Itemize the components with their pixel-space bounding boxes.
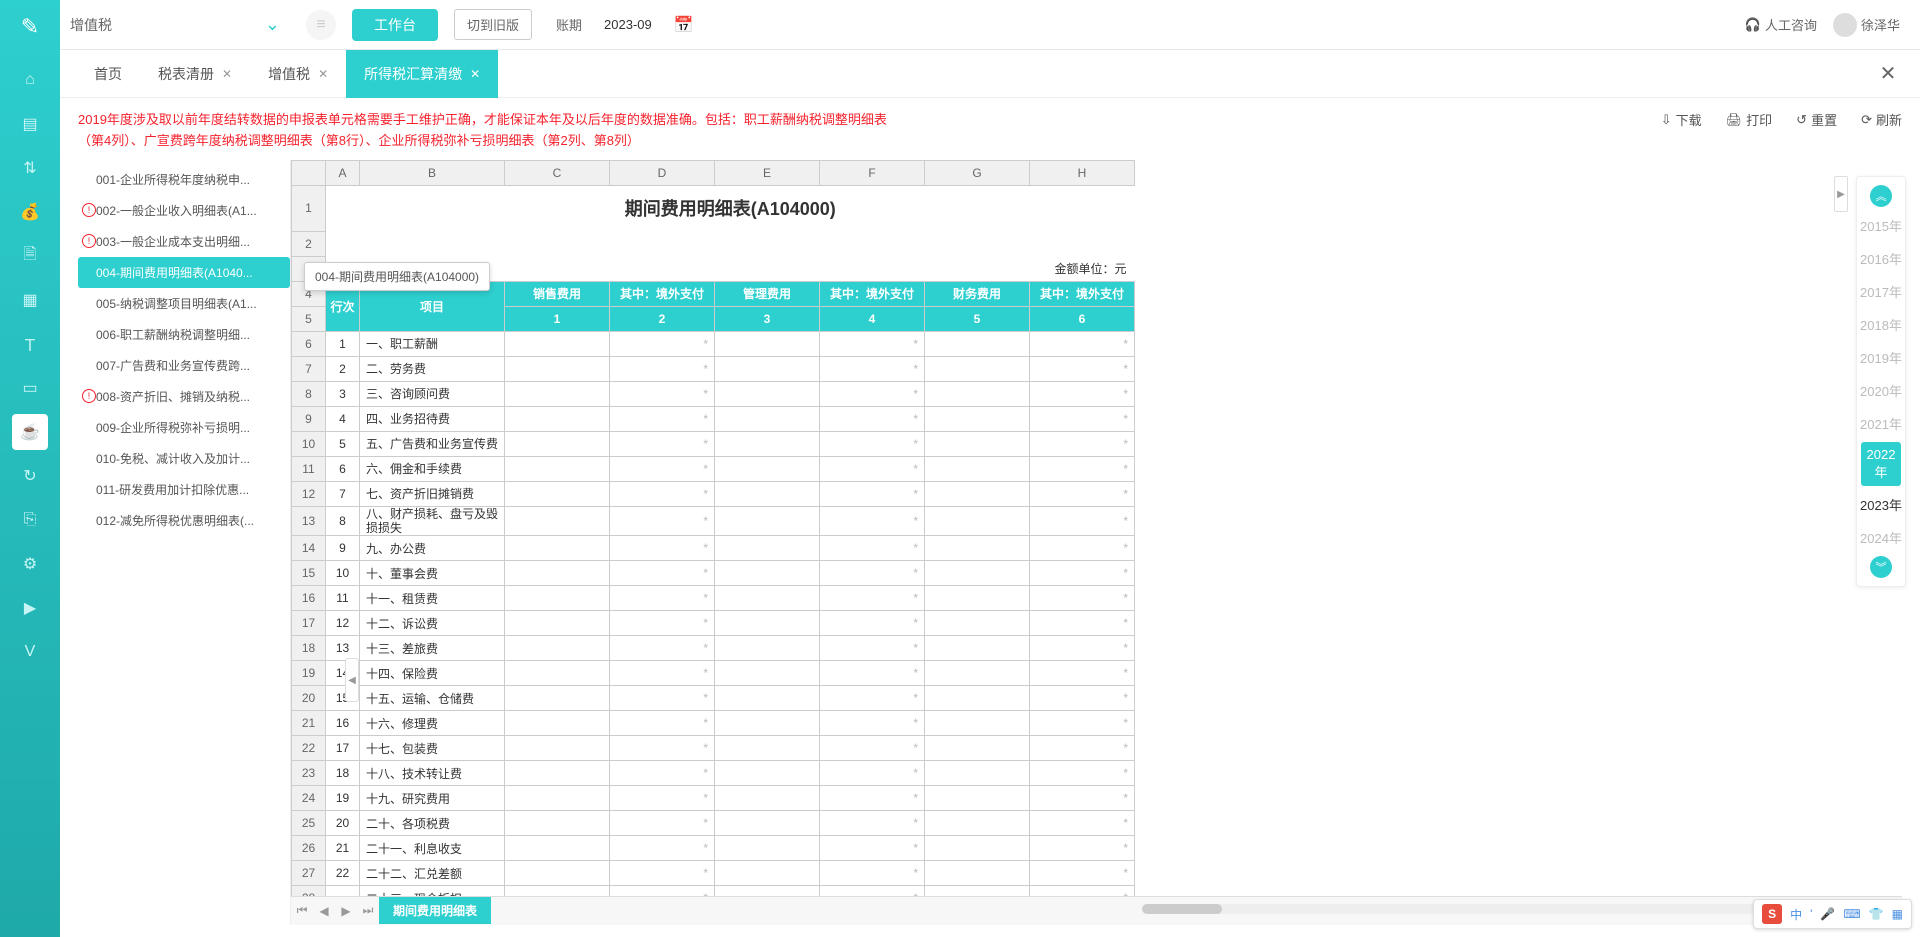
calendar-icon[interactable]: 📅	[674, 15, 694, 35]
close-icon[interactable]: ✕	[222, 67, 232, 81]
dropdown-label: 增值税	[70, 15, 112, 35]
form-list-item[interactable]: 012-减免所得税优惠明细表(...	[78, 505, 290, 536]
workbench-button[interactable]: 工作台	[352, 9, 438, 41]
warning-message: 2019年度涉及取以前年度结转数据的申报表单元格需要手工维护正确，才能保证本年及…	[78, 110, 898, 152]
form-list-item[interactable]: 007-广告费和业务宣传费跨...	[78, 350, 290, 381]
consult-button[interactable]: 🎧 人工咨询	[1745, 15, 1817, 34]
year-option[interactable]: 2015年	[1857, 209, 1905, 242]
year-option[interactable]: 2019年	[1857, 341, 1905, 374]
expand-right-panel-handle[interactable]: ▶	[1834, 176, 1848, 212]
year-option[interactable]: 2017年	[1857, 275, 1905, 308]
sheet-tabs-bar: ⏮ ◀ ▶ ⏭ 期间费用明细表	[291, 896, 1902, 925]
refresh-button[interactable]: ⟳刷新	[1861, 110, 1902, 129]
close-icon[interactable]: ✕	[318, 67, 328, 81]
nav-assets-icon[interactable]: Ｔ	[12, 326, 48, 362]
tab-vat[interactable]: 增值税 ✕	[250, 50, 346, 98]
form-list-item[interactable]: 005-纳税调整项目明细表(A1...	[78, 288, 290, 319]
sheet-nav-last-icon[interactable]: ⏭	[357, 903, 379, 918]
nav-v-icon[interactable]: V	[12, 634, 48, 670]
sheet-nav-prev-icon[interactable]: ◀	[313, 904, 335, 918]
download-button[interactable]: ⇩下载	[1661, 110, 1702, 129]
sheet-nav-next-icon[interactable]: ▶	[335, 904, 357, 918]
nav-video-icon[interactable]: ▶	[12, 590, 48, 626]
tab-income-tax-settlement[interactable]: 所得税汇算清缴 ✕	[346, 50, 498, 98]
ime-skin-icon[interactable]: 👕	[1869, 907, 1884, 921]
year-scroll-up-icon[interactable]: ︽	[1870, 185, 1892, 207]
headset-icon: 🎧	[1745, 17, 1761, 33]
nav-stats-icon[interactable]: ⇅	[12, 150, 48, 186]
form-list-item[interactable]: 001-企业所得税年度纳税申...	[78, 164, 290, 195]
close-icon[interactable]: ✕	[470, 67, 480, 81]
year-selector-rail: ︽ 2015年2016年2017年2018年2019年2020年2021年202…	[1856, 176, 1906, 587]
form-list-panel: 001-企业所得税年度纳税申...002-一般企业收入明细表(A1...003-…	[78, 160, 290, 925]
toolbar-actions: ⇩下载 🖨打印 ↺重置 ⟳刷新	[1661, 110, 1902, 129]
username-label: 徐泽华	[1861, 15, 1900, 34]
ime-keyboard-icon[interactable]: ⌨	[1843, 907, 1860, 921]
close-all-tabs-button[interactable]: ✕	[1872, 58, 1904, 90]
period-value[interactable]: 2023-09	[604, 17, 652, 32]
sheet-nav-first-icon[interactable]: ⏮	[291, 903, 313, 918]
ime-toolbar[interactable]: S 中 ' 🎤 ⌨ 👕 ▦	[1753, 899, 1912, 929]
nav-archive-icon[interactable]: ⎘	[12, 502, 48, 538]
notes-button[interactable]: ≡	[306, 10, 336, 40]
year-option[interactable]: 2023年	[1857, 488, 1905, 521]
nav-funds-icon[interactable]: 💰	[12, 194, 48, 230]
tax-type-dropdown[interactable]: 增值税 ⌄	[60, 9, 290, 41]
nav-calendar-icon[interactable]: ▭	[12, 370, 48, 406]
year-option[interactable]: 2022年	[1861, 442, 1902, 486]
ime-toolbox-icon[interactable]: ▦	[1892, 907, 1903, 921]
year-option[interactable]: 2021年	[1857, 407, 1905, 440]
collapse-form-list-handle[interactable]: ◀	[345, 658, 359, 702]
print-button[interactable]: 🖨打印	[1726, 110, 1773, 129]
ime-logo-icon: S	[1762, 904, 1782, 924]
nav-tax-icon[interactable]: ☕	[12, 414, 48, 450]
year-option[interactable]: 2024年	[1857, 521, 1905, 554]
switch-old-version-button[interactable]: 切到旧版	[454, 9, 532, 40]
form-list-item[interactable]: 011-研发费用加计扣除优惠...	[78, 474, 290, 505]
download-icon: ⇩	[1661, 112, 1672, 128]
ime-voice-icon[interactable]: 🎤	[1820, 907, 1835, 921]
tab-home[interactable]: 首页	[76, 50, 140, 98]
nav-settings-icon[interactable]: ⚙	[12, 546, 48, 582]
form-list-item[interactable]: 008-资产折旧、摊销及纳税...	[78, 381, 290, 412]
ime-punct-icon[interactable]: '	[1810, 907, 1812, 921]
app-logo-icon: ✎	[21, 14, 39, 40]
year-scroll-down-icon[interactable]: ︾	[1870, 556, 1892, 578]
form-list-item[interactable]: 010-免税、减计收入及加计...	[78, 443, 290, 474]
chevron-down-icon: ⌄	[265, 14, 280, 35]
content-area: 2019年度涉及取以前年度结转数据的申报表单元格需要手工维护正确，才能保证本年及…	[60, 98, 1920, 937]
form-list-item[interactable]: 004-期间费用明细表(A1040...	[78, 257, 290, 288]
nav-home-icon[interactable]: ⌂	[12, 62, 48, 98]
nav-export-icon[interactable]: ↻	[12, 458, 48, 494]
form-item-tooltip: 004-期间费用明细表(A104000)	[304, 262, 490, 291]
nav-doc-icon[interactable]: 🗎	[12, 238, 48, 274]
top-header: 增值税 ⌄ ≡ 工作台 切到旧版 账期 2023-09 📅 🎧 人工咨询 徐泽华	[0, 0, 1920, 50]
year-option[interactable]: 2018年	[1857, 308, 1905, 341]
user-menu[interactable]: 徐泽华	[1833, 13, 1900, 37]
year-option[interactable]: 2016年	[1857, 242, 1905, 275]
avatar-icon	[1833, 13, 1857, 37]
page-tabs: 首页 税表清册 ✕ 增值税 ✕ 所得税汇算清缴 ✕ ✕	[60, 50, 1920, 98]
spreadsheet-panel: ABCDEFGH1期间费用明细表(A104000)23金额单位：元4行次项目销售…	[290, 160, 1902, 925]
year-option[interactable]: 2020年	[1857, 374, 1905, 407]
form-list-item[interactable]: 002-一般企业收入明细表(A1...	[78, 195, 290, 226]
ime-lang-label[interactable]: 中	[1790, 906, 1802, 923]
left-nav-sidebar: ✎ ⌂ ▤ ⇅ 💰 🗎 ▦ Ｔ ▭ ☕ ↻ ⎘ ⚙ ▶ V	[0, 0, 60, 937]
period-label: 账期	[556, 15, 582, 34]
sheet-tab-active[interactable]: 期间费用明细表	[379, 897, 491, 924]
form-list-item[interactable]: 003-一般企业成本支出明细...	[78, 226, 290, 257]
refresh-icon: ⟳	[1861, 112, 1872, 128]
reset-button[interactable]: ↺重置	[1796, 110, 1837, 129]
tab-tax-list[interactable]: 税表清册 ✕	[140, 50, 250, 98]
nav-report-icon[interactable]: ▦	[12, 282, 48, 318]
reset-icon: ↺	[1796, 112, 1807, 128]
form-list-item[interactable]: 006-职工薪酬纳税调整明细...	[78, 319, 290, 350]
nav-ledger-icon[interactable]: ▤	[12, 106, 48, 142]
form-list-item[interactable]: 009-企业所得税弥补亏损明...	[78, 412, 290, 443]
print-icon: 🖨	[1726, 112, 1743, 128]
